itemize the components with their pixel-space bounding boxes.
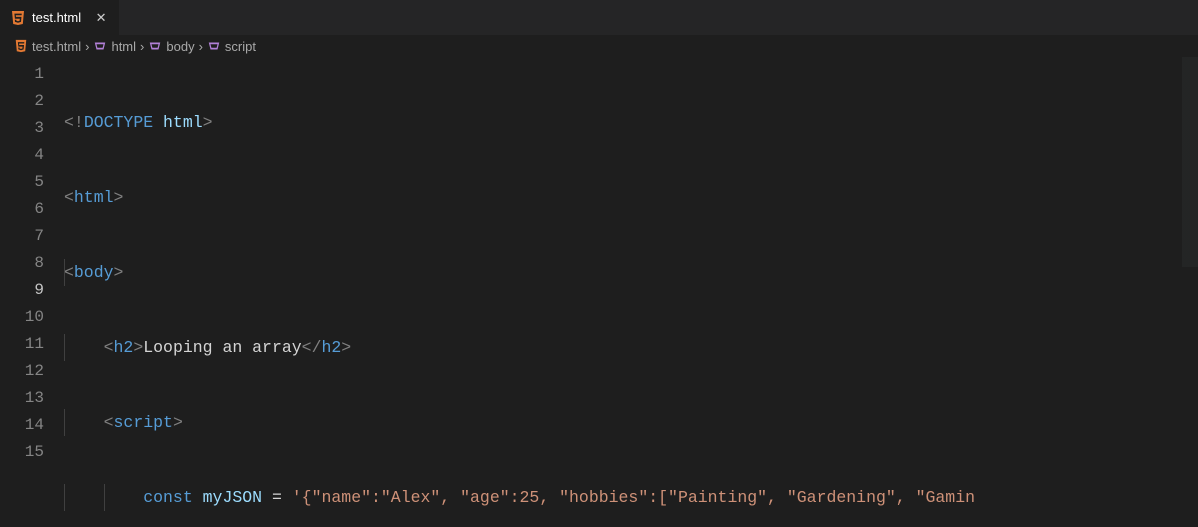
line-number: 8 [0,250,44,277]
chevron-right-icon: › [85,39,89,54]
crumb-file[interactable]: test.html [14,39,81,54]
code-line: <script> [64,409,1198,436]
crumb-label: script [225,39,256,54]
line-number: 5 [0,169,44,196]
symbol-icon [207,39,221,53]
chevron-right-icon: › [140,39,144,54]
line-number: 11 [0,331,44,358]
code-line: <html> [64,184,1198,211]
crumb-label: test.html [32,39,81,54]
crumb-body[interactable]: body [148,39,194,54]
html-file-icon [10,10,26,26]
tab-bar: test.html ✕ [0,0,1198,35]
code-line: <body> [64,259,1198,286]
code-line: <h2>Looping an array</h2> [64,334,1198,361]
close-icon[interactable]: ✕ [93,10,109,26]
chevron-right-icon: › [199,39,203,54]
line-number: 13 [0,385,44,412]
line-number: 1 [0,61,44,88]
code-line: const myJSON = '{"name":"Alex", "age":25… [64,484,1198,511]
editor[interactable]: 1 2 3 4 5 6 7 8 9 10 11 12 13 14 15 <!DO… [0,57,1198,527]
line-number: 12 [0,358,44,385]
line-number: 2 [0,88,44,115]
line-number: 9 [0,277,44,304]
line-number: 10 [0,304,44,331]
tab-test-html[interactable]: test.html ✕ [0,0,119,35]
code-line: <!DOCTYPE html> [64,109,1198,136]
line-number: 4 [0,142,44,169]
line-number: 7 [0,223,44,250]
breadcrumb: test.html › html › body › script [0,35,1198,57]
vertical-scrollbar[interactable] [1184,57,1198,527]
line-number: 6 [0,196,44,223]
crumb-label: body [166,39,194,54]
crumb-label: html [111,39,136,54]
html-file-icon [14,39,28,53]
line-number: 15 [0,439,44,466]
crumb-html[interactable]: html [93,39,136,54]
line-number: 3 [0,115,44,142]
symbol-icon [148,39,162,53]
symbol-icon [93,39,107,53]
line-number: 14 [0,412,44,439]
line-number-gutter: 1 2 3 4 5 6 7 8 9 10 11 12 13 14 15 [0,57,64,527]
tab-label: test.html [32,10,81,25]
crumb-script[interactable]: script [207,39,256,54]
code-area[interactable]: <!DOCTYPE html> <html> <body> <h2>Loopin… [64,57,1198,527]
